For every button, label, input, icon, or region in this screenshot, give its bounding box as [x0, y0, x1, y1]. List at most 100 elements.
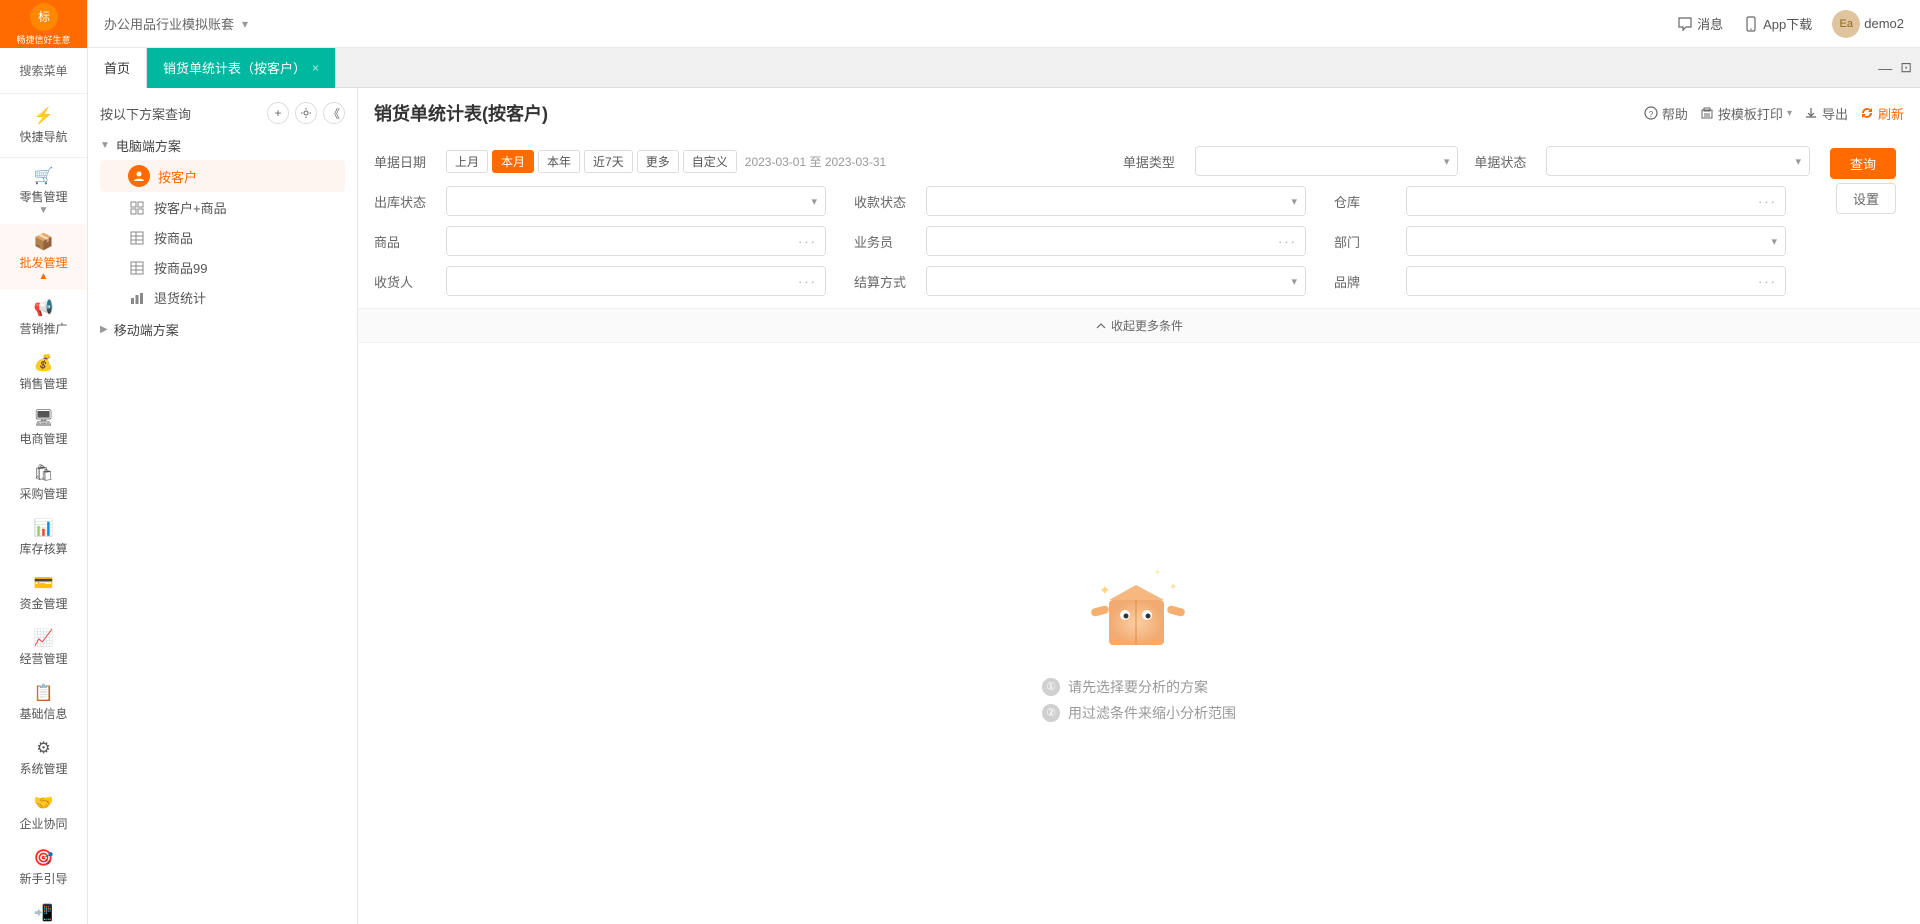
table-icon	[128, 229, 146, 247]
dots-icon: ···	[1758, 194, 1777, 209]
scheme-collapse-button[interactable]: 《	[323, 102, 345, 124]
pay-status-select[interactable]: ▾	[926, 186, 1306, 216]
chevron-down-icon[interactable]: ▾	[242, 17, 248, 31]
scheme-item-label: 按商品	[154, 228, 193, 247]
doc-type-select[interactable]: ▾	[1195, 146, 1459, 176]
desktop-section-label: 电脑端方案	[116, 136, 181, 155]
export-button[interactable]: 导出	[1804, 104, 1848, 123]
scheme-desktop-header[interactable]: ▼ 电脑端方案	[100, 132, 345, 159]
out-status-label: 出库状态	[374, 192, 430, 211]
refresh-button[interactable]: 刷新	[1860, 104, 1904, 123]
svg-text:?: ?	[1649, 110, 1654, 119]
filter-settings-button[interactable]: 设置	[1836, 183, 1896, 214]
sidebar-item-xiaoshou[interactable]: 💰 销售管理	[0, 345, 87, 400]
salesperson-select[interactable]: ···	[926, 226, 1306, 256]
scheme-desktop-section: ▼ 电脑端方案 按客户 按客户+商品	[88, 132, 357, 312]
print-button[interactable]: 按模板打印 ▾	[1700, 104, 1792, 123]
sidebar-item-jichu[interactable]: 📋 基础信息	[0, 675, 87, 730]
sidebar-item-xinshou[interactable]: 🎯 新手引导	[0, 840, 87, 895]
out-status-select[interactable]: ▾	[446, 186, 826, 216]
tab-minimize-button[interactable]: —	[1878, 60, 1892, 76]
sidebar-item-yingyong[interactable]: 📲 应用中心	[0, 895, 87, 924]
sidebar-item-yingxiao[interactable]: 📢 营销推广	[0, 290, 87, 345]
salesperson-label: 业务员	[854, 232, 910, 251]
date-btn-more[interactable]: 更多	[637, 150, 679, 173]
print-icon	[1700, 106, 1714, 120]
sidebar-item-caigou[interactable]: 🛍 采购管理	[0, 455, 87, 510]
sidebar-item-dianshang[interactable]: 🖥 电商管理	[0, 400, 87, 455]
pay-status-label: 收款状态	[854, 192, 910, 211]
avatar: Ea	[1832, 10, 1860, 38]
search-menu-item[interactable]: 搜索菜单	[4, 56, 83, 85]
date-btn-last-month[interactable]: 上月	[446, 150, 488, 173]
scheme-mobile-header[interactable]: ▶ 移动端方案	[100, 316, 345, 343]
scheme-add-button[interactable]: +	[267, 102, 289, 124]
app-download-button[interactable]: App下载	[1743, 14, 1812, 33]
page-content: 按以下方案查询 + 《 ▼ 电脑端方案	[88, 88, 1920, 924]
chevron-down-icon: ▾	[811, 195, 817, 208]
tip-number-1: ①	[1042, 678, 1060, 696]
sidebar-item-label: 资金管理	[19, 595, 67, 612]
sidebar-item-kucun[interactable]: 📊 库存核算	[0, 510, 87, 565]
brand-select[interactable]: ···	[1406, 266, 1786, 296]
sidebar-item-label: 新手引导	[19, 870, 67, 887]
scheme-settings-button[interactable]	[295, 102, 317, 124]
tab-restore-button[interactable]: ⊡	[1900, 59, 1912, 76]
receiver-select[interactable]: ···	[446, 266, 826, 296]
scheme-panel-actions: + 《	[267, 102, 345, 124]
chevron-down-icon: ▾	[1444, 155, 1450, 168]
warehouse-select[interactable]: ···	[1406, 186, 1786, 216]
scheme-item-by-customer[interactable]: 按客户	[100, 160, 345, 192]
sidebar-item-label: 电商管理	[19, 430, 67, 447]
sidebar-item-xitong[interactable]: ⚙ 系统管理	[0, 730, 87, 785]
scheme-item-refund-stat[interactable]: 退货统计	[100, 283, 345, 312]
scheme-item-by-goods99[interactable]: 按商品99	[100, 253, 345, 282]
sidebar-item-label: 库存核算	[19, 540, 67, 557]
tab-sales-stat[interactable]: 销货单统计表（按客户） ×	[147, 48, 336, 88]
sidebar-item-label: 企业协同	[19, 815, 67, 832]
query-button[interactable]: 查询	[1830, 148, 1896, 179]
svg-text:✦: ✦	[1099, 582, 1111, 598]
scheme-item-by-customer-goods[interactable]: 按客户+商品	[100, 193, 345, 222]
sidebar-item-lingshou[interactable]: 🛒 零售管理 ▼	[0, 158, 87, 224]
receiver-label: 收货人	[374, 272, 430, 291]
date-btn-this-year[interactable]: 本年	[538, 150, 580, 173]
chevron-down-icon: ▾	[1795, 155, 1801, 168]
settlement-label: 结算方式	[854, 272, 910, 291]
collapse-more-button[interactable]: 收起更多条件	[358, 309, 1920, 343]
tip-text-2: 用过滤条件来缩小分析范围	[1068, 703, 1236, 723]
sidebar-item-label: 快捷导航	[19, 128, 67, 145]
sidebar-item-xieyi[interactable]: 🤝 企业协同	[0, 785, 87, 840]
message-button[interactable]: 消息	[1677, 14, 1723, 33]
print-arrow-icon[interactable]: ▾	[1787, 108, 1792, 119]
yingyong-icon: 📲	[34, 903, 54, 923]
user-menu[interactable]: Ea demo2	[1832, 10, 1904, 38]
chevron-down-icon: ▾	[1771, 235, 1777, 248]
settlement-select[interactable]: ▾	[926, 266, 1306, 296]
breadcrumb-text: 办公用品行业模拟账套	[104, 14, 234, 33]
date-btn-this-month[interactable]: 本月	[492, 150, 534, 173]
tab-close-button[interactable]: ×	[312, 61, 319, 75]
department-select[interactable]: ▾	[1406, 226, 1786, 256]
person-icon	[133, 170, 145, 182]
sidebar-logo[interactable]: 标 畅捷信好生意	[0, 0, 87, 48]
goods-select[interactable]: ···	[446, 226, 826, 256]
empty-state: ✦ ✦ ✦ ① 请先选择要分析的方案 ② 用过滤条件来缩小分析范围	[358, 343, 1920, 924]
active-indicator	[128, 165, 150, 187]
scheme-item-by-goods[interactable]: 按商品	[100, 223, 345, 252]
tab-home[interactable]: 首页	[88, 48, 147, 88]
help-button[interactable]: ? 帮助	[1644, 104, 1688, 123]
message-icon	[1677, 16, 1693, 32]
sidebar-item-pifa[interactable]: 📦 批发管理 ▲	[0, 224, 87, 290]
doc-status-select[interactable]: ▾	[1546, 146, 1810, 176]
filter-action-buttons: 查询 设置	[1822, 146, 1904, 214]
date-btn-7days[interactable]: 近7天	[584, 150, 633, 173]
chevron-up-icon	[1095, 320, 1107, 332]
filter-row-date: 单据日期 上月 本月 本年 近7天 更多 自定义 2023-03-01 至 20…	[374, 146, 1810, 176]
date-btn-custom[interactable]: 自定义	[683, 150, 737, 173]
sidebar: 标 畅捷信好生意 搜索菜单 ⚡ 快捷导航 🛒 零售管理 ▼ 📦 批发管理 ▲ 📢…	[0, 0, 88, 924]
sidebar-item-kuaijie[interactable]: ⚡ 快捷导航	[0, 98, 87, 153]
tab-home-label: 首页	[104, 58, 130, 77]
sidebar-item-zijin[interactable]: 💳 资金管理	[0, 565, 87, 620]
sidebar-item-jingying[interactable]: 📈 经营管理	[0, 620, 87, 675]
